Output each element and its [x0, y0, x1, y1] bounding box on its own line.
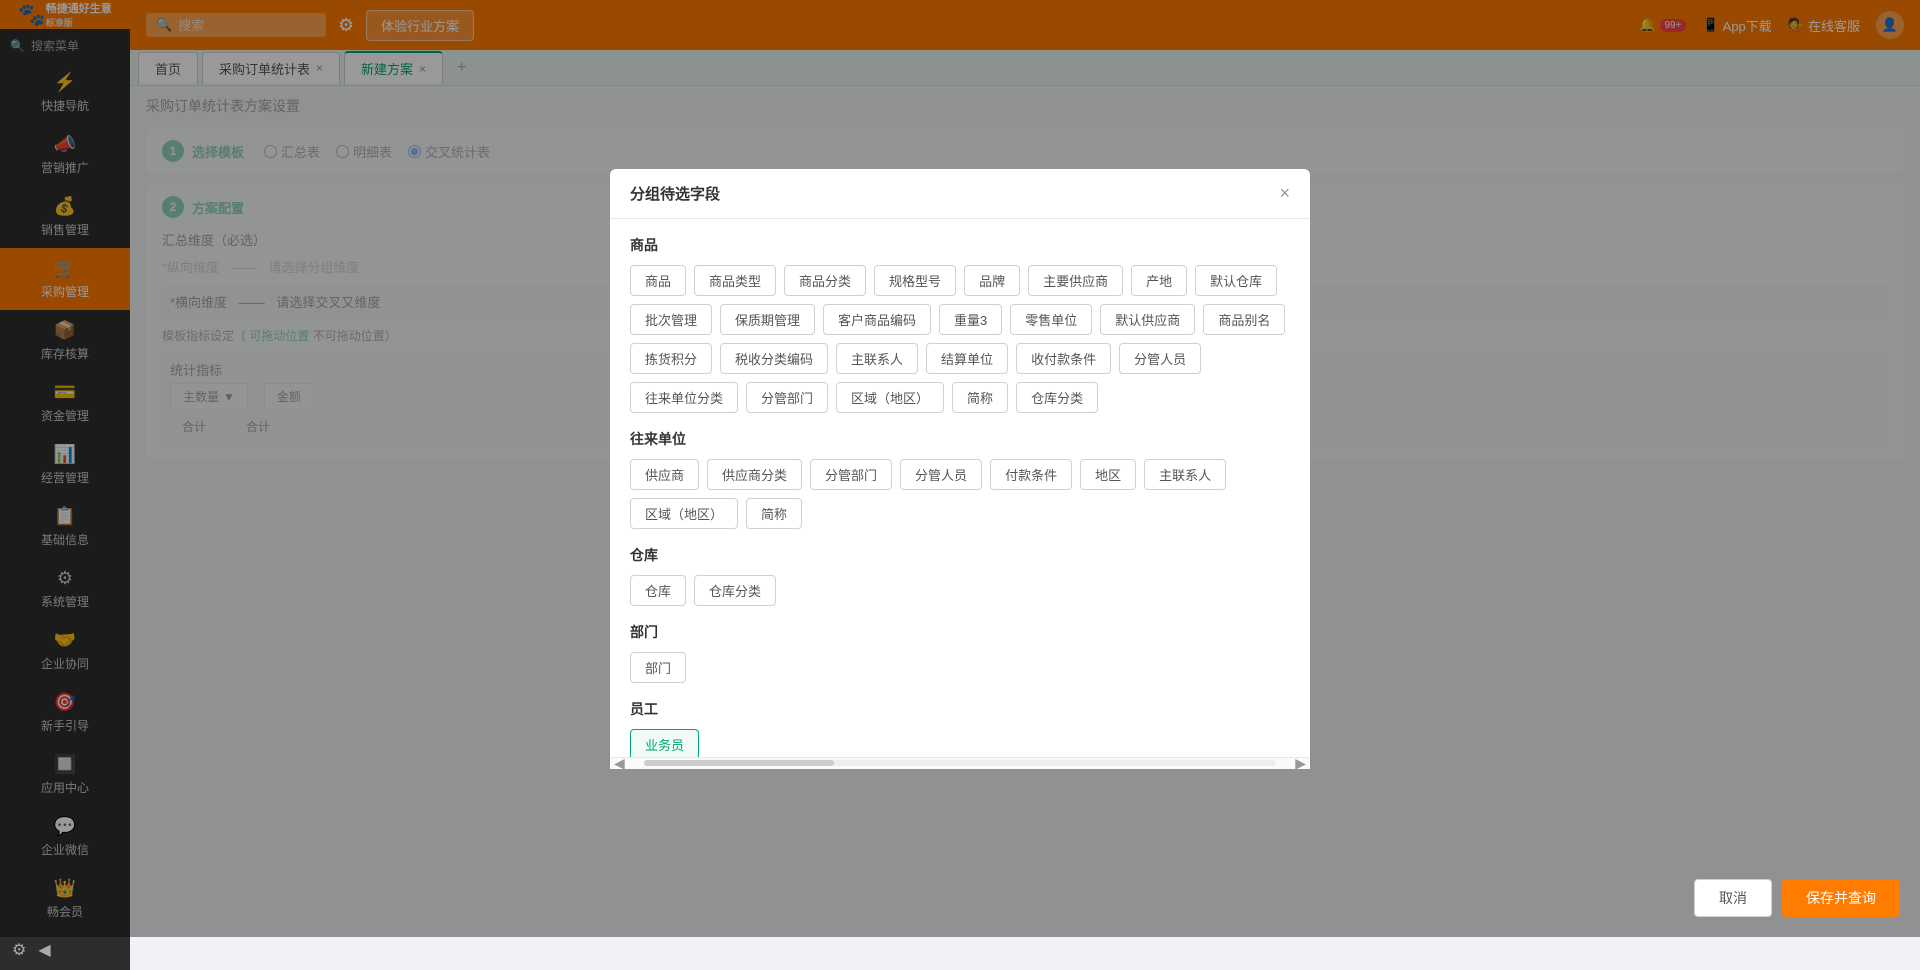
modal-title: 分组待选字段	[630, 183, 720, 204]
tag-业务员[interactable]: 业务员	[630, 729, 699, 757]
section-warehouse: 仓库 仓库 仓库分类	[630, 545, 1290, 606]
warehouse-tags: 仓库 仓库分类	[630, 575, 1290, 606]
tag-部门[interactable]: 部门	[630, 652, 686, 683]
modal-header: 分组待选字段 ×	[610, 169, 1310, 219]
tag-税收分类编码[interactable]: 税收分类编码	[720, 343, 828, 374]
save-button[interactable]: 保存并查询	[1782, 879, 1900, 917]
tag-仓库分类p[interactable]: 仓库分类	[1016, 382, 1098, 413]
tag-规格型号[interactable]: 规格型号	[874, 265, 956, 296]
collapse-icon[interactable]: ◀	[38, 940, 50, 960]
page-footer-btns: 取消 保存并查询	[1694, 879, 1900, 917]
tag-批次管理[interactable]: 批次管理	[630, 304, 712, 335]
tag-主联系人p[interactable]: 主联系人	[1144, 459, 1226, 490]
section-staff: 员工 业务员	[630, 699, 1290, 757]
section-warehouse-title: 仓库	[630, 545, 1290, 565]
section-partners-title: 往来单位	[630, 429, 1290, 449]
section-department: 部门 部门	[630, 622, 1290, 683]
tag-仓库[interactable]: 仓库	[630, 575, 686, 606]
tag-保质期管理[interactable]: 保质期管理	[720, 304, 815, 335]
hscroll-thumb	[644, 760, 834, 766]
hscroll-left-arrow[interactable]: ◀	[614, 755, 644, 772]
cancel-button[interactable]: 取消	[1694, 879, 1772, 917]
tag-默认仓库[interactable]: 默认仓库	[1195, 265, 1277, 296]
products-tags: 商品 商品类型 商品分类 规格型号 品牌 主要供应商 产地 默认仓库 批次管理 …	[630, 265, 1290, 413]
tag-供应商分类[interactable]: 供应商分类	[707, 459, 802, 490]
tag-收付款条件[interactable]: 收付款条件	[1016, 343, 1111, 374]
tag-分管部门p[interactable]: 分管部门	[810, 459, 892, 490]
tag-区域地区p[interactable]: 区域（地区）	[630, 498, 738, 529]
partners-tags: 供应商 供应商分类 分管部门 分管人员 付款条件 地区 主联系人 区域（地区） …	[630, 459, 1290, 529]
hscroll-right-arrow[interactable]: ▶	[1276, 755, 1306, 772]
settings-icon[interactable]: ⚙	[12, 940, 26, 960]
tag-主要供应商[interactable]: 主要供应商	[1028, 265, 1123, 296]
staff-tags: 业务员	[630, 729, 1290, 757]
modal: 分组待选字段 × 商品 商品 商品类型 商品分类 规格型号 品牌 主要供应商 产…	[610, 169, 1310, 769]
tag-默认供应商[interactable]: 默认供应商	[1100, 304, 1195, 335]
tag-简称p[interactable]: 简称	[746, 498, 802, 529]
tag-结算单位[interactable]: 结算单位	[926, 343, 1008, 374]
hscroll-track[interactable]	[644, 760, 1276, 766]
tag-品牌[interactable]: 品牌	[964, 265, 1020, 296]
tag-仓库分类[interactable]: 仓库分类	[694, 575, 776, 606]
modal-close-btn[interactable]: ×	[1279, 183, 1290, 204]
tag-零售单位[interactable]: 零售单位	[1010, 304, 1092, 335]
section-products: 商品 商品 商品类型 商品分类 规格型号 品牌 主要供应商 产地 默认仓库 批次…	[630, 235, 1290, 413]
tag-分管人员[interactable]: 分管人员	[1119, 343, 1201, 374]
tag-主联系人[interactable]: 主联系人	[836, 343, 918, 374]
tag-拣货积分[interactable]: 拣货积分	[630, 343, 712, 374]
tag-区域地区[interactable]: 区域（地区）	[836, 382, 944, 413]
modal-body: 商品 商品 商品类型 商品分类 规格型号 品牌 主要供应商 产地 默认仓库 批次…	[610, 219, 1310, 757]
section-staff-title: 员工	[630, 699, 1290, 719]
tag-付款条件[interactable]: 付款条件	[990, 459, 1072, 490]
tag-商品分类[interactable]: 商品分类	[784, 265, 866, 296]
department-tags: 部门	[630, 652, 1290, 683]
tag-分管部门[interactable]: 分管部门	[746, 382, 828, 413]
tag-重量3[interactable]: 重量3	[939, 304, 1002, 335]
section-department-title: 部门	[630, 622, 1290, 642]
modal-hscrollbar[interactable]: ◀ ▶	[610, 757, 1310, 769]
section-partners: 往来单位 供应商 供应商分类 分管部门 分管人员 付款条件 地区 主联系人 区域…	[630, 429, 1290, 529]
tag-供应商[interactable]: 供应商	[630, 459, 699, 490]
section-products-title: 商品	[630, 235, 1290, 255]
tag-往来单位分类[interactable]: 往来单位分类	[630, 382, 738, 413]
tag-地区[interactable]: 地区	[1080, 459, 1136, 490]
tag-分管人员p[interactable]: 分管人员	[900, 459, 982, 490]
tag-商品[interactable]: 商品	[630, 265, 686, 296]
tag-产地[interactable]: 产地	[1131, 265, 1187, 296]
tag-简称[interactable]: 简称	[952, 382, 1008, 413]
modal-overlay: 分组待选字段 × 商品 商品 商品类型 商品分类 规格型号 品牌 主要供应商 产…	[0, 0, 1920, 937]
tag-商品类型[interactable]: 商品类型	[694, 265, 776, 296]
tag-商品别名[interactable]: 商品别名	[1203, 304, 1285, 335]
tag-客户商品编码[interactable]: 客户商品编码	[823, 304, 931, 335]
